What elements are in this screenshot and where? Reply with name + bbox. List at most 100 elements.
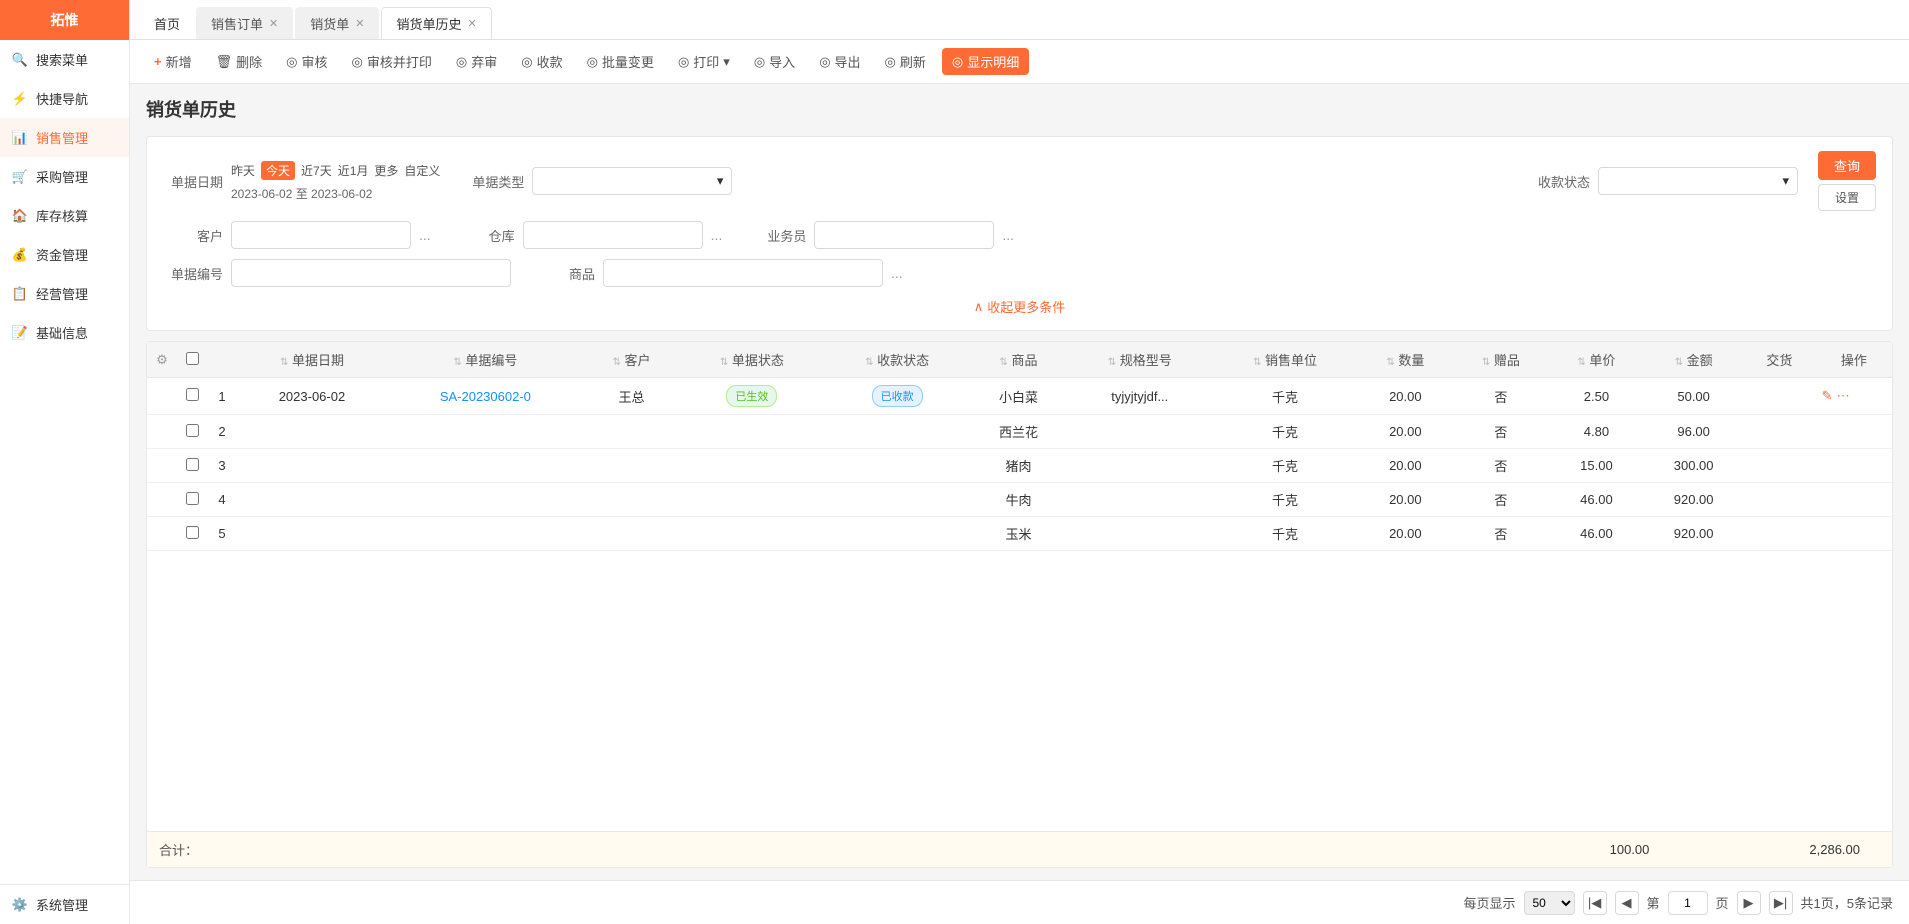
goods-col-header[interactable]: ⇅ 商品: [970, 342, 1067, 378]
doc-no-cell[interactable]: SA-20230602-0: [387, 378, 584, 415]
prev-page-button[interactable]: ◀: [1615, 891, 1639, 915]
spec-col-header[interactable]: ⇅ 规格型号: [1067, 342, 1212, 378]
doc-no-cell[interactable]: [387, 483, 584, 517]
checkbox-col-header[interactable]: [177, 342, 207, 378]
search-menu-icon: 🔍: [12, 52, 28, 68]
checkbox-cell[interactable]: [177, 378, 207, 415]
customer-ellipsis[interactable]: ...: [419, 227, 431, 243]
tab-sales-goods[interactable]: 销货单 ✕: [295, 7, 379, 39]
refresh-button[interactable]: ◎ 刷新: [877, 48, 934, 75]
shortcut-7days[interactable]: 近7天: [301, 162, 332, 179]
checkbox-cell[interactable]: [177, 483, 207, 517]
query-button[interactable]: 查询: [1818, 151, 1876, 180]
shortcut-1month[interactable]: 近1月: [338, 162, 369, 179]
doc-no-input[interactable]: [231, 259, 511, 287]
audit-button[interactable]: ◎ 审核: [278, 48, 335, 75]
sidebar-item-finance[interactable]: 💰 资金管理: [0, 235, 129, 274]
collect-button[interactable]: ◎ 收款: [513, 48, 570, 75]
doc-no-cell[interactable]: [387, 517, 584, 551]
gift-cell: 否: [1453, 415, 1549, 449]
sidebar-item-search-menu[interactable]: 🔍 搜索菜单: [0, 40, 129, 79]
export-button[interactable]: ◎ 导出: [811, 48, 868, 75]
gift-col-header[interactable]: ⇅ 赠品: [1453, 342, 1549, 378]
tab-home[interactable]: 首页: [140, 8, 194, 39]
gear-col-header[interactable]: ⚙: [147, 342, 177, 378]
tab-close-sales-goods[interactable]: ✕: [355, 17, 364, 30]
tab-sales-history[interactable]: 销货单历史 ✕: [381, 7, 491, 39]
new-button[interactable]: + 新增: [146, 48, 200, 75]
sidebar-item-basic-info[interactable]: 📝 基础信息: [0, 313, 129, 352]
doc-type-select[interactable]: ▾: [532, 167, 732, 195]
staff-input[interactable]: [814, 221, 994, 249]
shortcut-yesterday[interactable]: 昨天: [231, 162, 255, 179]
collapse-button[interactable]: ∧ 收起更多条件: [163, 297, 1876, 316]
doc-no-col-header[interactable]: ⇅ 单据编号: [387, 342, 584, 378]
tab-sales-order[interactable]: 销售订单 ✕: [196, 7, 293, 39]
sidebar-item-inventory[interactable]: 🏠 库存核算: [0, 196, 129, 235]
row-checkbox[interactable]: [186, 526, 199, 539]
quick-nav-icon: ⚡: [12, 91, 28, 107]
shortcut-custom[interactable]: 自定义: [404, 162, 440, 179]
per-page-label: 每页显示: [1463, 893, 1515, 912]
payment-status-select[interactable]: ▾: [1598, 167, 1798, 195]
sidebar-item-operation[interactable]: 📋 经营管理: [0, 274, 129, 313]
sidebar-item-label: 搜索菜单: [36, 50, 88, 69]
warehouse-input[interactable]: [523, 221, 703, 249]
unit-col-header[interactable]: ⇅ 销售单位: [1212, 342, 1357, 378]
goods-input[interactable]: [603, 259, 883, 287]
next-page-button[interactable]: ▶: [1737, 891, 1761, 915]
print-button[interactable]: ◎ 打印 ▾: [670, 48, 738, 75]
page-input[interactable]: [1668, 891, 1708, 915]
tab-close-sales-history[interactable]: ✕: [468, 17, 477, 30]
qty-cell: 20.00: [1358, 449, 1454, 483]
abandon-button[interactable]: ◎ 弃审: [448, 48, 505, 75]
sidebar-item-quick-nav[interactable]: ⚡ 快捷导航: [0, 79, 129, 118]
sidebar-item-purchase-mgmt[interactable]: 🛒 采购管理: [0, 157, 129, 196]
print-icon: ◎: [678, 54, 689, 70]
goods-ellipsis[interactable]: ...: [891, 265, 903, 281]
select-all-checkbox[interactable]: [186, 352, 199, 365]
doc-date-col-header[interactable]: ⇅ 单据日期: [237, 342, 387, 378]
show-detail-button[interactable]: ◎ 显示明细: [942, 48, 1029, 75]
checkbox-cell[interactable]: [177, 449, 207, 483]
shortcut-today[interactable]: 今天: [261, 161, 295, 180]
customer-col-header[interactable]: ⇅ 客户: [584, 342, 680, 378]
per-page-select[interactable]: 50 100 200: [1524, 891, 1575, 915]
import-button[interactable]: ◎ 导入: [746, 48, 803, 75]
gift-cell: 否: [1453, 378, 1549, 415]
shortcut-more[interactable]: 更多: [374, 162, 398, 179]
qty-col-header[interactable]: ⇅ 数量: [1358, 342, 1454, 378]
first-page-button[interactable]: |◀: [1583, 891, 1607, 915]
doc-no-cell[interactable]: [387, 449, 584, 483]
amount-col-header[interactable]: ⇅ 金额: [1644, 342, 1743, 378]
payment-status-cell: [825, 517, 970, 551]
row-no-cell: 1: [207, 378, 237, 415]
batch-change-button[interactable]: ◎ 批量变更: [579, 48, 662, 75]
audit-print-button[interactable]: ◎ 审核并打印: [344, 48, 440, 75]
row-checkbox[interactable]: [186, 458, 199, 471]
row-checkbox[interactable]: [186, 424, 199, 437]
staff-ellipsis[interactable]: ...: [1002, 227, 1014, 243]
row-checkbox[interactable]: [186, 492, 199, 505]
customer-input[interactable]: [231, 221, 411, 249]
more-action[interactable]: ⋯: [1837, 388, 1850, 404]
chevron-down-icon: ▾: [717, 173, 724, 189]
sidebar-item-system[interactable]: ⚙️ 系统管理: [0, 885, 129, 924]
checkbox-cell[interactable]: [177, 415, 207, 449]
settings-button[interactable]: 设置: [1818, 184, 1876, 211]
doc-no-cell[interactable]: [387, 415, 584, 449]
edit-action[interactable]: ✎: [1822, 388, 1833, 404]
delete-button[interactable]: 🗑 删除: [208, 48, 271, 75]
payment-status-col-header[interactable]: ⇅ 收款状态: [825, 342, 970, 378]
last-page-button[interactable]: ▶|: [1769, 891, 1793, 915]
doc-status-cell: [679, 415, 824, 449]
checkbox-cell[interactable]: [177, 517, 207, 551]
row-checkbox[interactable]: [186, 388, 199, 401]
data-table: ⚙ ⇅ 单据日期 ⇅ 单据编号 ⇅ 客户 ⇅ 单据状态 ⇅ 收款状态 ⇅ 商品 …: [147, 342, 1892, 551]
unit-price-col-header[interactable]: ⇅ 单价: [1549, 342, 1645, 378]
tabs-bar: 首页 销售订单 ✕ 销货单 ✕ 销货单历史 ✕: [130, 0, 1909, 40]
doc-status-col-header[interactable]: ⇅ 单据状态: [679, 342, 824, 378]
sidebar-item-sales-mgmt[interactable]: 📊 销售管理: [0, 118, 129, 157]
warehouse-ellipsis[interactable]: ...: [711, 227, 723, 243]
tab-close-sales-order[interactable]: ✕: [269, 17, 278, 30]
